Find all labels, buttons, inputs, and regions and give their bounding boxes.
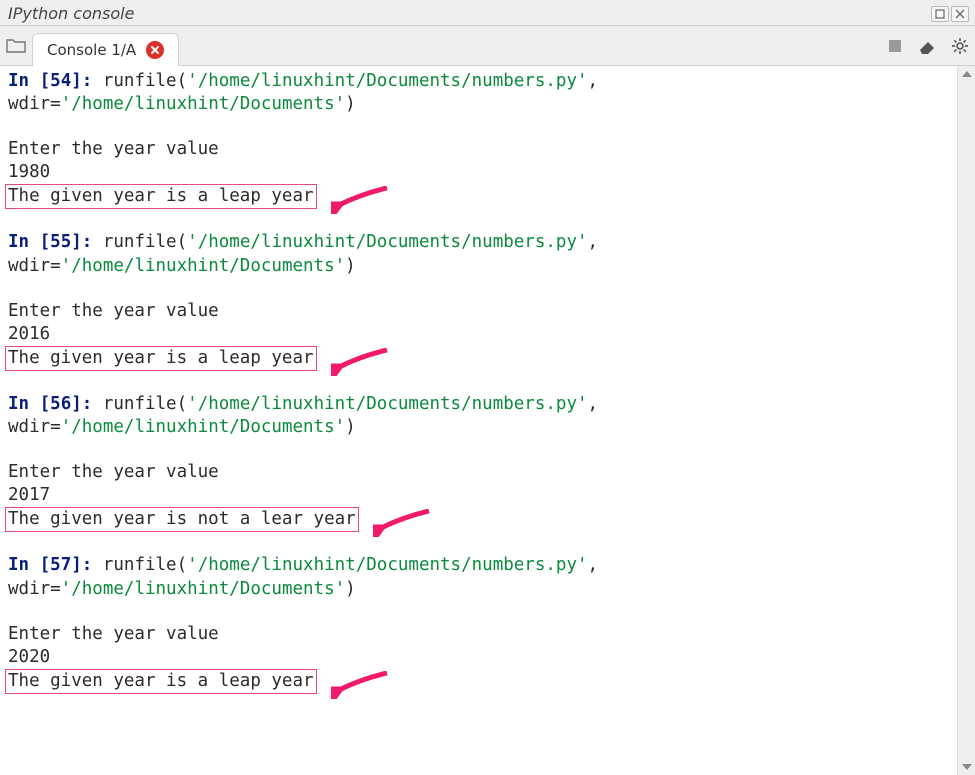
folder-icon	[6, 37, 26, 53]
in-prompt-number: 56	[50, 394, 71, 414]
clear-button[interactable]	[917, 38, 937, 58]
options-button[interactable]	[951, 37, 969, 59]
maximize-icon	[935, 9, 945, 19]
runfile-path: '/home/linuxhint/Documents/numbers.py'	[187, 232, 587, 252]
runfile-wdir: '/home/linuxhint/Documents'	[61, 417, 345, 437]
close-icon	[150, 45, 160, 55]
stop-button[interactable]	[887, 38, 903, 58]
stdout-prompt: Enter the year value	[8, 461, 949, 484]
runfile-wdir: '/home/linuxhint/Documents'	[61, 94, 345, 114]
highlighted-output: The given year is a leap year	[8, 346, 317, 371]
close-pane-button[interactable]	[951, 6, 969, 22]
console-tab-label: Console 1/A	[47, 41, 136, 59]
in-prompt-number: 55	[50, 232, 71, 252]
console-cell: In [54]: runfile('/home/linuxhint/Docume…	[8, 70, 949, 116]
stop-icon	[887, 38, 903, 54]
chevron-up-icon	[962, 71, 972, 77]
gear-icon	[951, 37, 969, 55]
console-output[interactable]: In [54]: runfile('/home/linuxhint/Docume…	[0, 66, 957, 775]
stdin-value: 2017	[8, 484, 949, 507]
in-prompt-label: In [	[8, 394, 50, 414]
scroll-down-button[interactable]	[958, 759, 975, 775]
ipython-console-pane: IPython console Console 1/A	[0, 0, 975, 775]
stdin-value: 1980	[8, 161, 949, 184]
in-prompt-label: In [	[8, 232, 50, 252]
stdout-result: The given year is a leap year	[5, 669, 317, 694]
scroll-up-button[interactable]	[958, 66, 975, 82]
in-prompt-label: In [	[8, 71, 50, 91]
console-cell: In [56]: runfile('/home/linuxhint/Docume…	[8, 393, 949, 439]
vertical-scrollbar[interactable]	[957, 66, 975, 775]
annotation-arrow-icon	[331, 671, 391, 699]
titlebar-controls	[931, 6, 969, 22]
in-prompt-number: 57	[50, 555, 71, 575]
runfile-wdir: '/home/linuxhint/Documents'	[61, 579, 345, 599]
console-tab[interactable]: Console 1/A	[32, 33, 179, 66]
chevron-down-icon	[962, 764, 972, 770]
stdout-result: The given year is a leap year	[5, 346, 317, 371]
tabrow-left: Console 1/A	[6, 32, 179, 65]
highlighted-output: The given year is a leap year	[8, 184, 317, 209]
console-cell: In [57]: runfile('/home/linuxhint/Docume…	[8, 554, 949, 600]
stdout-prompt: Enter the year value	[8, 138, 949, 161]
stdin-value: 2016	[8, 323, 949, 346]
in-prompt-number: 54	[50, 71, 71, 91]
console-cell: In [55]: runfile('/home/linuxhint/Docume…	[8, 231, 949, 277]
console-tab-row: Console 1/A	[0, 26, 975, 66]
runfile-path: '/home/linuxhint/Documents/numbers.py'	[187, 71, 587, 91]
browse-tabs-button[interactable]	[6, 37, 26, 65]
stdout-prompt: Enter the year value	[8, 300, 949, 323]
highlighted-output: The given year is a leap year	[8, 669, 317, 694]
stdout-result: The given year is not a lear year	[5, 507, 359, 532]
console-area: In [54]: runfile('/home/linuxhint/Docume…	[0, 66, 975, 775]
pane-titlebar: IPython console	[0, 0, 975, 26]
runfile-path: '/home/linuxhint/Documents/numbers.py'	[187, 555, 587, 575]
close-icon	[955, 9, 965, 19]
pane-title: IPython console	[8, 4, 134, 23]
in-prompt-label: In [	[8, 555, 50, 575]
tabrow-right	[887, 37, 969, 65]
runfile-path: '/home/linuxhint/Documents/numbers.py'	[187, 394, 587, 414]
highlighted-output: The given year is not a lear year	[8, 507, 359, 532]
runfile-wdir: '/home/linuxhint/Documents'	[61, 256, 345, 276]
close-tab-button[interactable]	[146, 41, 164, 59]
stdout-result: The given year is a leap year	[5, 184, 317, 209]
maximize-pane-button[interactable]	[931, 6, 949, 22]
eraser-icon	[917, 38, 937, 54]
stdin-value: 2020	[8, 646, 949, 669]
call-fn: runfile	[103, 71, 177, 91]
stdout-prompt: Enter the year value	[8, 623, 949, 646]
